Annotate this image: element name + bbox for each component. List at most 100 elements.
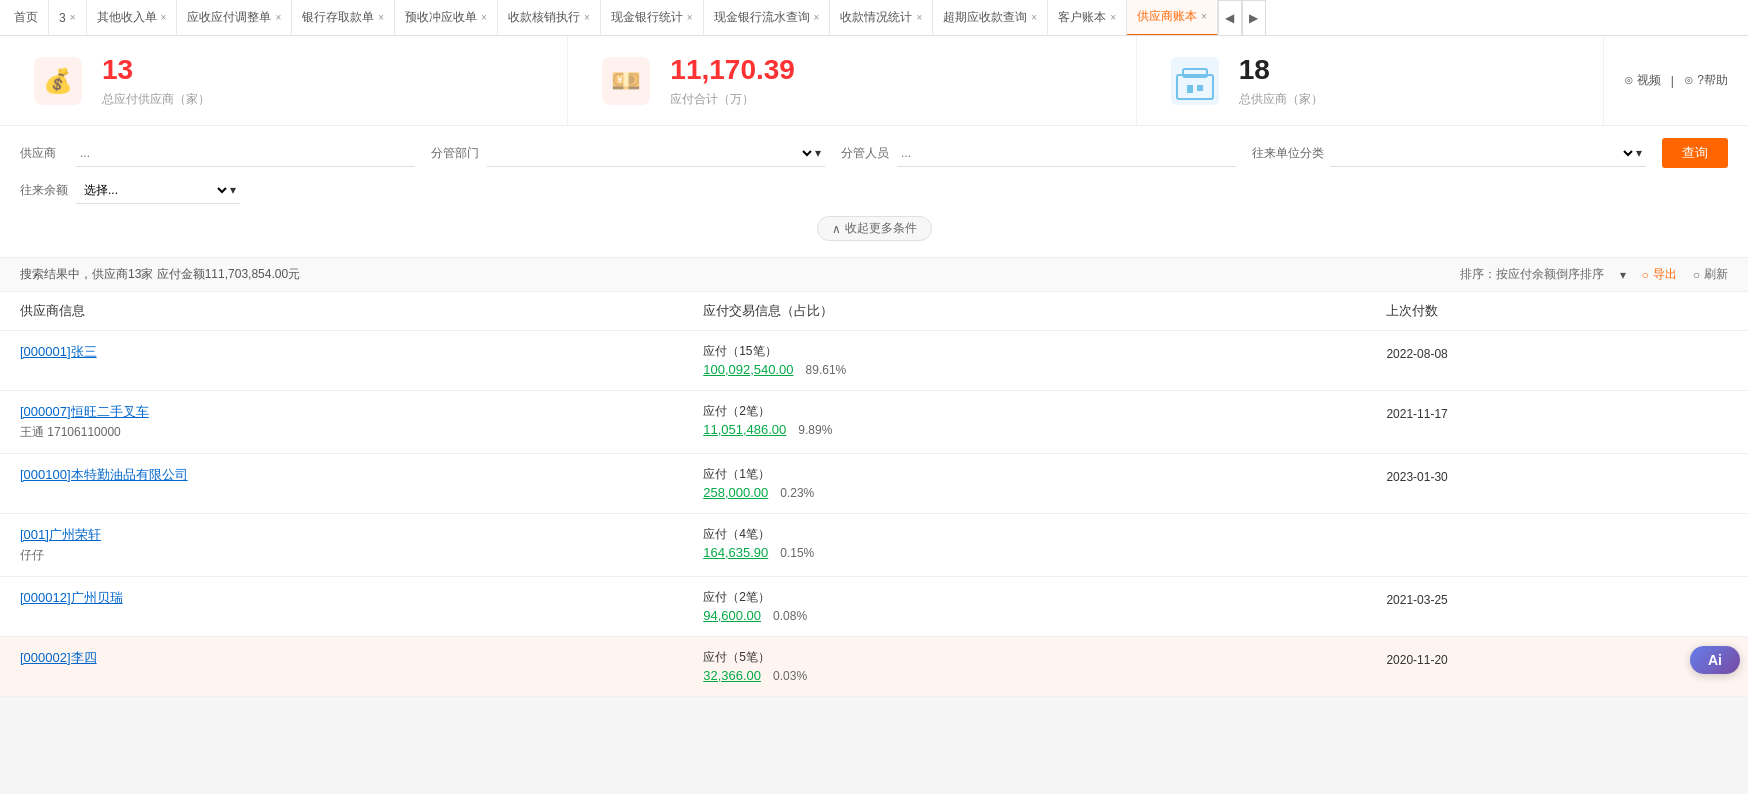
supplier-cell-6: [000002]李四 xyxy=(20,649,703,684)
supplier-cell-4: [001]广州荣轩 仔仔 xyxy=(20,526,703,564)
supplier-filter-label: 供应商 xyxy=(20,145,70,162)
close-icon[interactable]: × xyxy=(1201,11,1207,22)
trade-amount-6[interactable]: 32,366.00 xyxy=(703,668,761,683)
close-icon[interactable]: × xyxy=(161,12,167,23)
supplier-link-5[interactable]: [000012]广州贝瑞 xyxy=(20,590,123,605)
trade-amount-1[interactable]: 100,092,540.00 xyxy=(703,362,793,377)
ai-fab-button[interactable]: Ai xyxy=(1690,646,1740,674)
balance-select-wrap[interactable]: 选择... ▾ xyxy=(76,176,240,204)
close-icon[interactable]: × xyxy=(584,12,590,23)
nav-tab-bank[interactable]: 银行存取款单 × xyxy=(292,0,395,36)
nav-tab-advance-label: 预收冲应收单 xyxy=(405,9,477,26)
query-button[interactable]: 查询 xyxy=(1662,138,1728,168)
nav-arrow-right[interactable]: ▶ xyxy=(1242,0,1266,36)
close-icon[interactable]: × xyxy=(687,12,693,23)
category-select[interactable] xyxy=(1334,145,1637,161)
last-payment-4 xyxy=(1386,526,1728,564)
nav-tab-collection[interactable]: 收款核销执行 × xyxy=(498,0,601,36)
result-summary: 搜索结果中，供应商13家 应付金额111,703,854.00元 xyxy=(20,266,300,283)
trade-label-6: 应付（5笔） xyxy=(703,649,1386,666)
nav-tab-receipt-stat-label: 收款情况统计 xyxy=(840,9,912,26)
nav-tab-supplier-ledger[interactable]: 供应商账本 × xyxy=(1127,0,1218,36)
nav-tab-cash-stat[interactable]: 现金银行统计 × xyxy=(601,0,704,36)
nav-tab-home-label: 首页 xyxy=(14,9,38,26)
table-row: [000001]张三 应付（15笔） 100,092,540.00 89.61%… xyxy=(0,331,1748,391)
close-icon[interactable]: × xyxy=(916,12,922,23)
export-button[interactable]: ○ 导出 xyxy=(1642,266,1677,283)
dept-select-wrap[interactable]: ▾ xyxy=(487,139,826,167)
separator: | xyxy=(1671,74,1674,88)
trade-amount-5[interactable]: 94,600.00 xyxy=(703,608,761,623)
supplier-link-1[interactable]: [000001]张三 xyxy=(20,344,97,359)
filter-row-1: 供应商 分管部门 ▾ 分管人员 往来单位分类 ▾ 查询 xyxy=(20,138,1728,168)
supplier-input[interactable] xyxy=(76,139,415,167)
collapse-button[interactable]: ∧ 收起更多条件 xyxy=(817,216,932,241)
nav-tab-customer-ledger-label: 客户账本 xyxy=(1058,9,1106,26)
nav-tab-other-income-label: 其他收入单 xyxy=(97,9,157,26)
table-header: 供应商信息 应付交易信息（占比） 上次付数 xyxy=(0,292,1748,331)
refresh-button[interactable]: ○ 刷新 xyxy=(1693,266,1728,283)
supplier-link-2[interactable]: [000007]恒旺二手叉车 xyxy=(20,404,149,419)
trade-cell-5: 应付（2笔） 94,600.00 0.08% xyxy=(703,589,1386,624)
close-icon[interactable]: × xyxy=(275,12,281,23)
supplier-sub-4: 仔仔 xyxy=(20,547,703,564)
nav-tab-overdue-label: 超期应收款查询 xyxy=(943,9,1027,26)
close-icon[interactable]: × xyxy=(481,12,487,23)
stat-total-number: 11,170.39 xyxy=(670,53,795,87)
last-payment-5: 2021-03-25 xyxy=(1386,589,1728,624)
supplier-cell-2: [000007]恒旺二手叉车 王通 17106110000 xyxy=(20,403,703,441)
table-row: [000007]恒旺二手叉车 王通 17106110000 应付（2笔） 11,… xyxy=(0,391,1748,454)
trade-percent-3: 0.23% xyxy=(780,486,814,500)
nav-tab-advance[interactable]: 预收冲应收单 × xyxy=(395,0,498,36)
data-table: 供应商信息 应付交易信息（占比） 上次付数 [000001]张三 应付（15笔）… xyxy=(0,292,1748,697)
nav-tab-overdue[interactable]: 超期应收款查询 × xyxy=(933,0,1048,36)
close-icon[interactable]: × xyxy=(814,12,820,23)
close-icon[interactable]: × xyxy=(378,12,384,23)
supplier-link-3[interactable]: [000100]本特勤油品有限公司 xyxy=(20,467,188,482)
table-row: [000012]广州贝瑞 应付（2笔） 94,600.00 0.08% 2021… xyxy=(0,577,1748,637)
category-select-wrap[interactable]: ▾ xyxy=(1330,139,1647,167)
trade-cell-1: 应付（15笔） 100,092,540.00 89.61% xyxy=(703,343,1386,378)
ai-fab-label: Ai xyxy=(1708,652,1722,668)
svg-text:💴: 💴 xyxy=(611,66,641,95)
stat-total-content: 11,170.39 应付合计（万） xyxy=(670,53,795,108)
last-payment-2: 2021-11-17 xyxy=(1386,403,1728,441)
nav-tab-cash-flow-label: 现金银行流水查询 xyxy=(714,9,810,26)
trade-amount-4[interactable]: 164,635.90 xyxy=(703,545,768,560)
help-link[interactable]: ⊙ ?帮助 xyxy=(1684,72,1728,89)
last-payment-1: 2022-08-08 xyxy=(1386,343,1728,378)
supplier-link-6[interactable]: [000002]李四 xyxy=(20,650,97,665)
trade-cell-3: 应付（1笔） 258,000.00 0.23% xyxy=(703,466,1386,501)
nav-tab-cash-flow[interactable]: 现金银行流水查询 × xyxy=(704,0,831,36)
close-icon[interactable]: × xyxy=(1031,12,1037,23)
nav-tab-home[interactable]: 首页 xyxy=(4,0,49,36)
nav-arrow-left[interactable]: ◀ xyxy=(1218,0,1242,36)
stat-all-suppliers: 18 总供应商（家） xyxy=(1137,36,1604,125)
payable-total-icon: 💴 xyxy=(598,53,654,109)
trade-cell-2: 应付（2笔） 11,051,486.00 9.89% xyxy=(703,403,1386,441)
nav-tab-adjustment[interactable]: 应收应付调整单 × xyxy=(177,0,292,36)
video-link[interactable]: ⊙ 视频 xyxy=(1624,72,1661,89)
last-payment-6: 2020-11-20 xyxy=(1386,649,1728,684)
person-input[interactable] xyxy=(897,139,1236,167)
nav-tab-receipt-stat[interactable]: 收款情况统计 × xyxy=(830,0,933,36)
nav-tab-bank-label: 银行存取款单 xyxy=(302,9,374,26)
export-icon: ○ xyxy=(1642,268,1649,282)
close-icon[interactable]: × xyxy=(1110,12,1116,23)
trade-cell-6: 应付（5笔） 32,366.00 0.03% xyxy=(703,649,1386,684)
close-icon[interactable]: × xyxy=(70,12,76,23)
nav-tab-3[interactable]: 3 × xyxy=(49,0,87,36)
dept-select[interactable] xyxy=(491,145,816,161)
category-filter-label: 往来单位分类 xyxy=(1252,145,1324,162)
balance-select[interactable]: 选择... xyxy=(80,182,230,198)
trade-percent-6: 0.03% xyxy=(773,669,807,683)
trade-label-2: 应付（2笔） xyxy=(703,403,1386,420)
supplier-link-4[interactable]: [001]广州荣轩 xyxy=(20,527,101,542)
trade-amount-3[interactable]: 258,000.00 xyxy=(703,485,768,500)
trade-amount-2[interactable]: 11,051,486.00 xyxy=(703,422,786,437)
person-filter: 分管人员 xyxy=(841,139,1236,167)
dept-filter: 分管部门 ▾ xyxy=(431,139,826,167)
nav-tab-customer-ledger[interactable]: 客户账本 × xyxy=(1048,0,1127,36)
supplier-cell-5: [000012]广州贝瑞 xyxy=(20,589,703,624)
nav-tab-other-income[interactable]: 其他收入单 × xyxy=(87,0,178,36)
